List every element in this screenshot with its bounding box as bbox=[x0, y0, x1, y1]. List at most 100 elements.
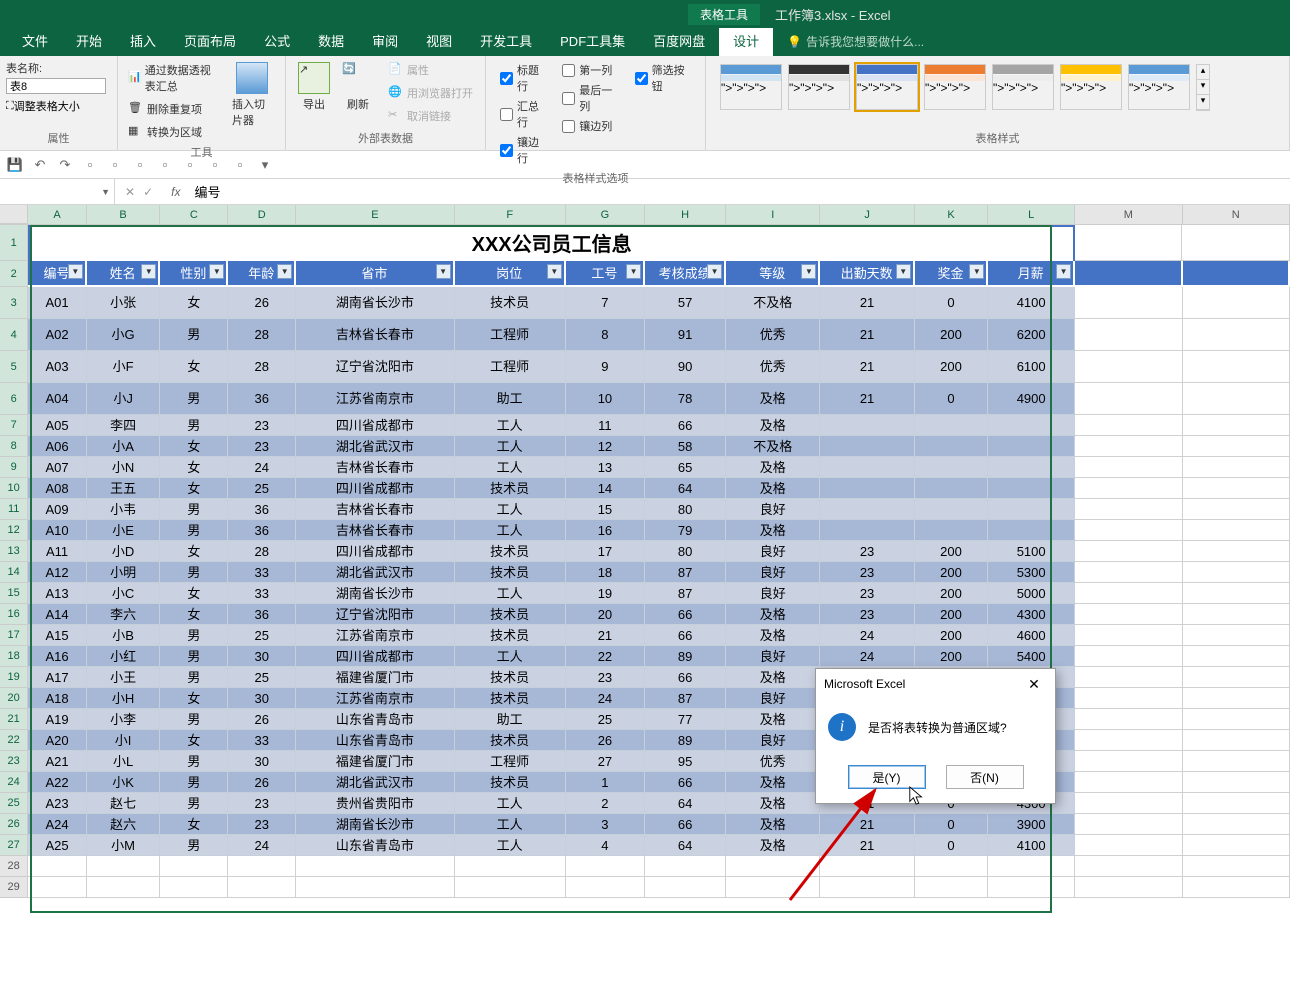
filter-dropdown-icon[interactable]: ▼ bbox=[969, 264, 984, 279]
table-cell[interactable]: 女 bbox=[160, 287, 228, 319]
column-header[interactable]: G bbox=[566, 205, 645, 224]
cell[interactable] bbox=[87, 856, 161, 877]
resize-table-button[interactable]: ⛶调整表格大小 bbox=[6, 98, 80, 114]
table-cell[interactable]: 男 bbox=[160, 520, 228, 541]
column-header[interactable]: H bbox=[645, 205, 726, 224]
row-header[interactable]: 13 bbox=[0, 541, 28, 562]
table-cell[interactable]: 工人 bbox=[455, 646, 566, 667]
table-cell[interactable]: 21 bbox=[820, 287, 914, 319]
table-cell[interactable]: A04 bbox=[28, 383, 86, 415]
qat-new[interactable]: ▫ bbox=[79, 154, 101, 176]
table-cell[interactable] bbox=[820, 520, 914, 541]
table-cell[interactable]: 李四 bbox=[87, 415, 161, 436]
table-cell[interactable]: 66 bbox=[645, 814, 726, 835]
table-cell[interactable]: 23 bbox=[566, 667, 645, 688]
table-cell[interactable]: A25 bbox=[28, 835, 86, 856]
table-cell[interactable]: 优秀 bbox=[726, 751, 820, 772]
table-cell[interactable]: 湖南省长沙市 bbox=[296, 287, 454, 319]
table-cell[interactable]: 工程师 bbox=[455, 351, 566, 383]
accept-formula-icon[interactable]: ✓ bbox=[143, 185, 153, 199]
convert-to-range-button[interactable]: ▦转换为区域 bbox=[124, 122, 218, 142]
column-header[interactable]: I bbox=[726, 205, 820, 224]
row-header[interactable]: 29 bbox=[0, 877, 28, 898]
tell-me[interactable]: 💡告诉我您想要做什么... bbox=[773, 27, 938, 56]
table-header-cell[interactable]: 等级▼ bbox=[726, 261, 820, 287]
cell[interactable] bbox=[1183, 499, 1290, 520]
table-cell[interactable]: 四川省成都市 bbox=[296, 478, 454, 499]
table-cell[interactable]: 及格 bbox=[726, 772, 820, 793]
row-header[interactable]: 5 bbox=[0, 351, 28, 383]
table-cell[interactable]: 技术员 bbox=[455, 287, 566, 319]
table-cell[interactable]: 良好 bbox=[726, 688, 820, 709]
row-header[interactable]: 21 bbox=[0, 709, 28, 730]
table-cell[interactable]: 小M bbox=[87, 835, 161, 856]
table-cell[interactable]: 66 bbox=[645, 604, 726, 625]
cell[interactable] bbox=[1075, 351, 1182, 383]
dialog-no-button[interactable]: 否(N) bbox=[946, 765, 1024, 789]
table-cell[interactable]: 及格 bbox=[726, 667, 820, 688]
cell[interactable] bbox=[1075, 877, 1182, 898]
remove-duplicates-button[interactable]: 🗑删除重复项 bbox=[124, 99, 218, 119]
cell[interactable] bbox=[726, 877, 820, 898]
cell[interactable] bbox=[1075, 646, 1182, 667]
table-header-cell[interactable]: 性别▼ bbox=[160, 261, 228, 287]
table-cell[interactable]: 30 bbox=[228, 751, 296, 772]
qat-btn-10[interactable]: ▫ bbox=[229, 154, 251, 176]
table-cell[interactable]: 辽宁省沈阳市 bbox=[296, 351, 454, 383]
table-cell[interactable]: 26 bbox=[228, 709, 296, 730]
table-cell[interactable]: 技术员 bbox=[455, 667, 566, 688]
row-header[interactable]: 22 bbox=[0, 730, 28, 751]
cell[interactable] bbox=[1183, 835, 1290, 856]
table-cell[interactable]: 64 bbox=[645, 478, 726, 499]
table-header-cell[interactable]: 省市▼ bbox=[296, 261, 454, 287]
row-header[interactable]: 25 bbox=[0, 793, 28, 814]
table-cell[interactable]: A21 bbox=[28, 751, 86, 772]
column-header[interactable]: N bbox=[1183, 205, 1290, 224]
table-cell[interactable]: 19 bbox=[566, 583, 645, 604]
table-cell[interactable]: 江苏省南京市 bbox=[296, 625, 454, 646]
table-cell[interactable]: 200 bbox=[915, 351, 989, 383]
table-cell[interactable]: 4 bbox=[566, 835, 645, 856]
table-cell[interactable]: 21 bbox=[820, 383, 914, 415]
table-cell[interactable]: 良好 bbox=[726, 541, 820, 562]
table-cell[interactable]: 78 bbox=[645, 383, 726, 415]
cell[interactable] bbox=[28, 856, 86, 877]
table-cell[interactable]: 30 bbox=[228, 646, 296, 667]
table-style-thumb[interactable]: ">">">"> bbox=[924, 64, 986, 110]
refresh-button[interactable]: 🔄刷新 bbox=[336, 60, 380, 114]
table-cell[interactable]: 吉林省长春市 bbox=[296, 520, 454, 541]
cell[interactable] bbox=[1075, 436, 1182, 457]
cell[interactable] bbox=[1075, 225, 1183, 261]
table-cell[interactable]: 及格 bbox=[726, 478, 820, 499]
qat-btn-8[interactable]: ▫ bbox=[179, 154, 201, 176]
cell[interactable] bbox=[1075, 772, 1182, 793]
table-cell[interactable]: 24 bbox=[228, 457, 296, 478]
table-cell[interactable]: 女 bbox=[160, 604, 228, 625]
table-cell[interactable]: 女 bbox=[160, 436, 228, 457]
table-cell[interactable] bbox=[820, 499, 914, 520]
table-cell[interactable]: 87 bbox=[645, 562, 726, 583]
table-cell[interactable]: A13 bbox=[28, 583, 86, 604]
table-cell[interactable]: A19 bbox=[28, 709, 86, 730]
cell[interactable] bbox=[1075, 583, 1182, 604]
cell[interactable] bbox=[645, 877, 726, 898]
table-cell[interactable]: 0 bbox=[915, 383, 989, 415]
column-header[interactable]: J bbox=[820, 205, 914, 224]
table-cell[interactable]: 小C bbox=[87, 583, 161, 604]
table-cell[interactable]: 工程师 bbox=[455, 319, 566, 351]
spreadsheet[interactable]: ABCDEFGHIJKLMN 1XXX公司员工信息2编号▼姓名▼性别▼年龄▼省市… bbox=[0, 205, 1290, 965]
row-header[interactable]: 2 bbox=[0, 261, 28, 287]
table-cell[interactable]: 28 bbox=[228, 541, 296, 562]
table-cell[interactable]: A16 bbox=[28, 646, 86, 667]
table-cell[interactable]: 24 bbox=[228, 835, 296, 856]
table-cell[interactable]: 66 bbox=[645, 667, 726, 688]
qat-btn-9[interactable]: ▫ bbox=[204, 154, 226, 176]
table-cell[interactable]: 及格 bbox=[726, 415, 820, 436]
table-cell[interactable]: 小B bbox=[87, 625, 161, 646]
name-box-dropdown-icon[interactable]: ▼ bbox=[101, 187, 110, 197]
table-style-thumb[interactable]: ">">">"> bbox=[1128, 64, 1190, 110]
table-cell[interactable]: 及格 bbox=[726, 604, 820, 625]
table-cell[interactable]: 15 bbox=[566, 499, 645, 520]
table-cell[interactable]: 小张 bbox=[87, 287, 161, 319]
table-cell[interactable]: A02 bbox=[28, 319, 86, 351]
